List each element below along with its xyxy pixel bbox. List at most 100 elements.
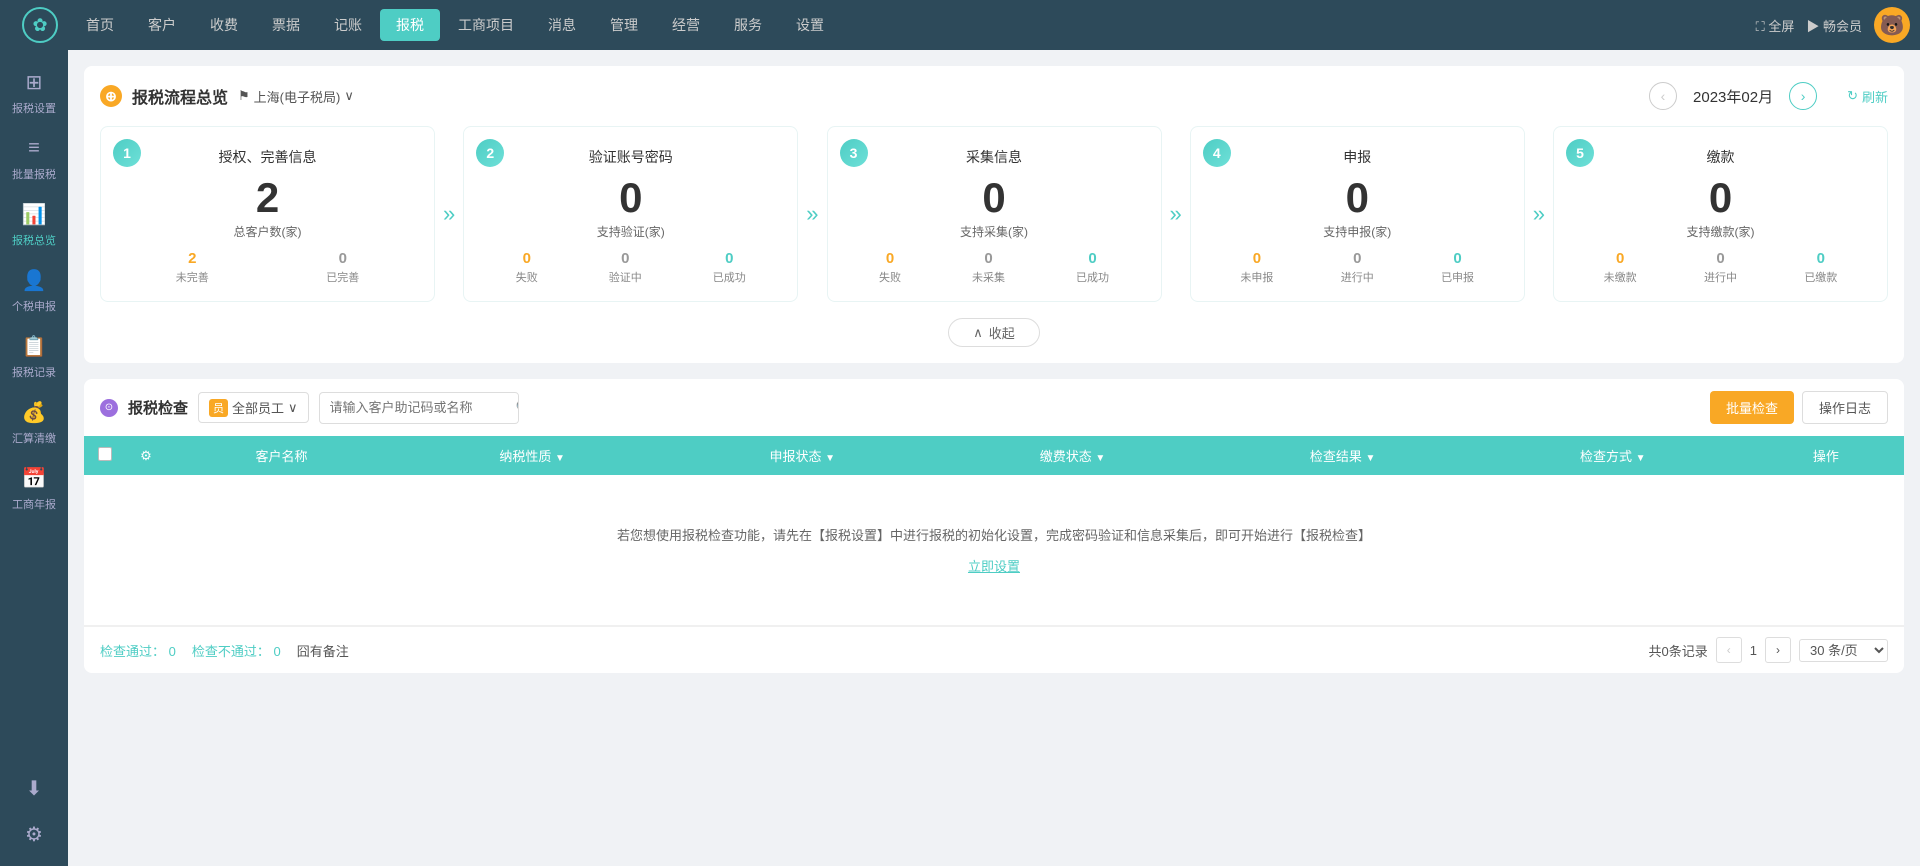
month-nav: ‹ 2023年02月 › [1649,82,1817,110]
batch-check-btn[interactable]: 批量检查 [1710,391,1794,424]
has-note: 囧有备注 [297,641,349,660]
step-5-stat-0-value: 0 [1616,250,1624,267]
settings2-icon: ⚙ [20,820,48,848]
nav-operation[interactable]: 经营 [656,9,716,41]
step-2-name: 验证账号密码 [480,147,781,167]
flow-card-1: 1 授权、完善信息 2 总客户数(家) 2 未完善 0 已完善 [100,126,435,302]
pay-status-filter-icon[interactable]: ▼ [1095,453,1105,464]
declare-status-filter-icon[interactable]: ▼ [825,453,835,464]
flow-card-4: 4 申报 0 支持申报(家) 0 未申报 0 进行中 0 已申报 [1190,126,1525,302]
step-3-name: 采集信息 [844,147,1145,167]
next-page-btn[interactable]: › [1765,637,1791,663]
step-4-stat-1: 0 进行中 [1341,250,1374,285]
page-size-select[interactable]: 30 条/页 50 条/页 100 条/页 [1799,639,1888,662]
sidebar-item-tax-settings[interactable]: ⊞ 报税设置 [4,60,64,124]
col-pay-status-label: 缴费状态 [1040,449,1092,464]
check-title: 报税检查 [128,397,188,418]
sidebar-download[interactable]: ⬇ [4,766,64,810]
emp-filter-chevron: ∨ [288,400,298,416]
select-all-checkbox[interactable] [98,447,112,461]
step-4-badge: 4 [1203,139,1231,167]
empty-message: 若您想使用报税检查功能，请先在【报税设置】中进行报税的初始化设置，完成密码验证和… [118,525,1870,544]
step-5-stat-1-label: 进行中 [1704,269,1737,285]
step-4-stat-1-label: 进行中 [1341,269,1374,285]
sidebar-item-tax-overview[interactable]: 📊 报税总览 [4,192,64,256]
sidebar: ⊞ 报税设置 ≡ 批量报税 📊 报税总览 👤 个税申报 📋 报税记录 💰 汇算清… [0,50,68,866]
col-gear: ⚙ [126,436,166,475]
nav-home[interactable]: 首页 [70,9,130,41]
nav-service[interactable]: 服务 [718,9,778,41]
refresh-btn[interactable]: ↻ 刷新 [1847,87,1888,106]
sidebar-item-batch-tax[interactable]: ≡ 批量报税 [4,126,64,190]
nav-commerce[interactable]: 工商项目 [442,9,530,41]
col-declare-status-label: 申报状态 [770,449,822,464]
nav-fee[interactable]: 收费 [194,9,254,41]
sidebar-label-annual-report: 工商年报 [12,496,56,512]
location-text: 上海(电子税局) [254,87,341,106]
emp-filter-icon: 员 [209,399,228,417]
step-1-stats: 2 未完善 0 已完善 [117,250,418,285]
step-2-unit: 支持验证(家) [480,223,781,240]
step-1-count: 2 [117,175,418,221]
step-4-stat-0-value: 0 [1253,250,1261,267]
location-tag[interactable]: ⚑ 上海(电子税局) ∨ [238,87,354,106]
step-3-stat-0-label: 失败 [879,269,901,285]
sidebar-label-tax-overview: 报税总览 [12,232,56,248]
check-pass-count[interactable]: 0 [169,644,176,659]
setup-link[interactable]: 立即设置 [968,559,1020,574]
step-2-count: 0 [480,175,781,221]
step-3-stat-0-value: 0 [886,250,894,267]
step-3-stat-1-value: 0 [984,250,992,267]
overview-title: 报税流程总览 [132,84,228,108]
nav-message[interactable]: 消息 [532,9,592,41]
prev-month-btn[interactable]: ‹ [1649,82,1677,110]
step-4-stat-1-value: 0 [1353,250,1361,267]
emp-filter-btn[interactable]: 员 全部员工 ∨ [198,392,309,423]
sidebar-item-personal-tax[interactable]: 👤 个税申报 [4,258,64,322]
step-3-stat-2-label: 已成功 [1076,269,1109,285]
check-result-filter-icon[interactable]: ▼ [1365,453,1375,464]
collapse-icon: ∧ [973,325,983,341]
step-4-stat-2: 0 已申报 [1441,250,1474,285]
nav-settings[interactable]: 设置 [780,9,840,41]
search-icon: 🔍 [516,400,519,416]
col-check-result: 检查结果 ▼ [1208,436,1478,475]
logo[interactable]: ✿ [10,7,70,43]
gear-icon[interactable]: ⚙ [140,448,152,463]
nav-tax[interactable]: 报税 [380,9,440,41]
nav-bookkeeping[interactable]: 记账 [318,9,378,41]
step-5-stat-2-label: 已缴款 [1804,269,1837,285]
operation-log-btn[interactable]: 操作日志 [1802,391,1888,424]
nav-management[interactable]: 管理 [594,9,654,41]
collapse-btn[interactable]: ∧ 收起 [948,318,1040,347]
check-method-filter-icon[interactable]: ▼ [1636,453,1646,464]
step-5-stat-1-value: 0 [1716,250,1724,267]
col-checkbox [84,436,126,475]
top-menu: 首页 客户 收费 票据 记账 报税 工商项目 消息 管理 经营 服务 设置 [70,9,1756,41]
step-5-name: 缴款 [1570,147,1871,167]
step-4-unit: 支持申报(家) [1207,223,1508,240]
sidebar-settings2[interactable]: ⚙ [4,812,64,856]
search-wrap: 🔍 [319,392,519,424]
nav-client[interactable]: 客户 [132,9,192,41]
member-btn[interactable]: ▶ 畅会员 [1806,16,1862,35]
tax-overview-icon: 📊 [20,200,48,228]
nav-invoice[interactable]: 票据 [256,9,316,41]
sidebar-item-settlement[interactable]: 💰 汇算清缴 [4,390,64,454]
search-btn[interactable]: 🔍 [516,393,519,423]
step-2-stats: 0 失败 0 验证中 0 已成功 [480,250,781,285]
step-5-stat-2: 0 已缴款 [1804,250,1837,285]
sidebar-item-tax-record[interactable]: 📋 报税记录 [4,324,64,388]
step-4-name: 申报 [1207,147,1508,167]
sidebar-item-annual-report[interactable]: 📅 工商年报 [4,456,64,520]
next-month-btn[interactable]: › [1789,82,1817,110]
step-2-stat-1: 0 验证中 [609,250,642,285]
check-fail-count[interactable]: 0 [274,644,281,659]
search-input[interactable] [320,395,516,420]
flow-cards: 1 授权、完善信息 2 总客户数(家) 2 未完善 0 已完善 » [100,126,1888,302]
sidebar-label-tax-record: 报税记录 [12,364,56,380]
prev-page-btn[interactable]: ‹ [1716,637,1742,663]
step-4-count: 0 [1207,175,1508,221]
tax-nature-filter-icon[interactable]: ▼ [555,453,565,464]
fullscreen-btn[interactable]: ⛶ 全屏 [1756,16,1795,35]
